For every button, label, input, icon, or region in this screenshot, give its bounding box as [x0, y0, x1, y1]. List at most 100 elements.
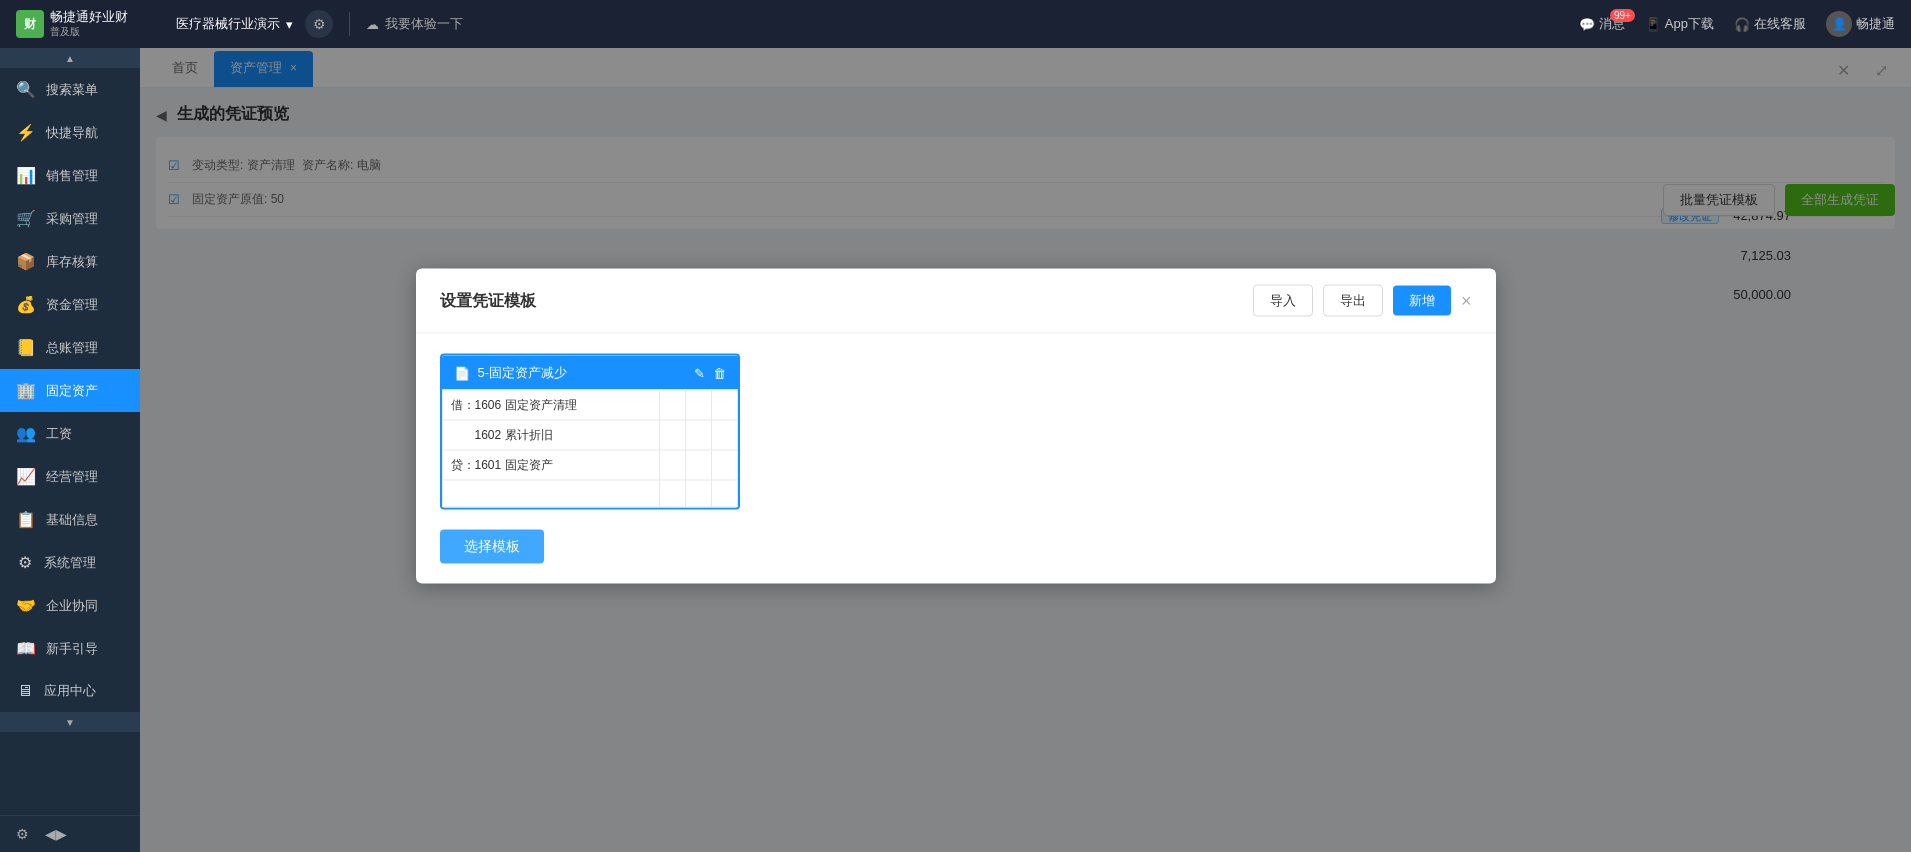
credit-label: 贷：1601 固定资产	[442, 450, 659, 480]
sidebar-item-finance[interactable]: 💰 资金管理	[0, 283, 140, 326]
logo-name: 畅捷通好业财	[50, 9, 128, 25]
sidebar-item-label: 库存核算	[46, 253, 98, 271]
online-service-label: 在线客服	[1754, 15, 1806, 33]
inventory-icon: 📦	[16, 252, 36, 271]
logo: 财 畅捷通好业财 普及版	[16, 9, 156, 39]
message-icon: 💬	[1579, 17, 1595, 32]
sidebar-item-system[interactable]: ⚙ 系统管理	[0, 541, 140, 584]
accum-depr-label: 1602 累计折旧	[442, 420, 659, 450]
header: 财 畅捷通好业财 普及版 医疗器械行业演示 ▾ ⚙ ☁ 我要体验一下 💬 消息 …	[0, 0, 1911, 48]
template-table-row: 1602 累计折旧	[442, 420, 737, 450]
sidebar-item-inventory[interactable]: 📦 库存核算	[0, 240, 140, 283]
sidebar-item-label: 快捷导航	[46, 124, 98, 142]
lightning-icon: ⚡	[16, 123, 36, 142]
template-table-row: 贷：1601 固定资产	[442, 450, 737, 480]
modal-body: 📄 5-固定资产减少 ✎ 🗑 借：1606 固定资产清理	[416, 334, 1496, 584]
sidebar-scroll-down[interactable]: ▼	[0, 712, 140, 732]
sidebar-item-label: 采购管理	[46, 210, 98, 228]
sidebar-item-label: 基础信息	[46, 511, 98, 529]
sidebar-item-label: 系统管理	[44, 554, 96, 572]
debit-label: 借：1606 固定资产清理	[442, 390, 659, 420]
user-profile[interactable]: 👤 畅捷通	[1826, 11, 1895, 37]
template-table-row	[442, 480, 737, 507]
messages-button[interactable]: 💬 消息 99+	[1579, 15, 1625, 33]
template-title-area: 📄 5-固定资产减少	[454, 364, 568, 382]
user-name: 畅捷通	[1856, 15, 1895, 33]
sidebar-item-collab[interactable]: 🤝 企业协同	[0, 584, 140, 627]
settings-bottom-icon[interactable]: ⚙	[16, 826, 29, 842]
sidebar: ▲ 🔍 搜索菜单 ⚡ 快捷导航 📊 销售管理 🛒 采购管理 📦 库存核算 💰 资…	[0, 48, 140, 852]
search-icon: 🔍	[16, 80, 36, 99]
company-selector[interactable]: 医疗器械行业演示 ▾	[176, 15, 293, 33]
template-table: 借：1606 固定资产清理 1602 累计折旧 贷：1601	[442, 390, 738, 508]
purchase-icon: 🛒	[16, 209, 36, 228]
sidebar-item-basics[interactable]: 📋 基础信息	[0, 498, 140, 541]
messages-badge: 99+	[1610, 9, 1635, 22]
sidebar-item-payroll[interactable]: 👥 工资	[0, 412, 140, 455]
sidebar-item-operations[interactable]: 📈 经营管理	[0, 455, 140, 498]
sidebar-scroll-up[interactable]: ▲	[0, 48, 140, 68]
sidebar-item-label: 工资	[46, 425, 72, 443]
select-template-btn[interactable]: 选择模板	[440, 530, 544, 564]
service-icon: 🎧	[1734, 17, 1750, 32]
modal-title: 设置凭证模板	[440, 290, 536, 311]
sidebar-item-label: 销售管理	[46, 167, 98, 185]
sidebar-item-purchase[interactable]: 🛒 采购管理	[0, 197, 140, 240]
logo-icon: 财	[16, 10, 44, 38]
sidebar-item-sales[interactable]: 📊 销售管理	[0, 154, 140, 197]
logo-sub: 普及版	[50, 25, 128, 39]
collapse-icon[interactable]: ◀▶	[45, 826, 67, 842]
guide-icon: 📖	[16, 639, 36, 658]
sidebar-item-quicknav[interactable]: ⚡ 快捷导航	[0, 111, 140, 154]
building-icon: 🏢	[16, 381, 36, 400]
modal-header-actions: 导入 导出 新增 ×	[1253, 285, 1472, 317]
sales-icon: 📊	[16, 166, 36, 185]
apps-icon: 🖥	[16, 682, 34, 700]
finance-icon: 💰	[16, 295, 36, 314]
avatar: 👤	[1826, 11, 1852, 37]
template-delete-icon[interactable]: 🗑	[713, 365, 726, 380]
settings-button[interactable]: ⚙	[305, 10, 333, 38]
basics-icon: 📋	[16, 510, 36, 529]
sidebar-item-label: 经营管理	[46, 468, 98, 486]
modal-close-btn[interactable]: ×	[1461, 290, 1472, 311]
sidebar-item-label: 应用中心	[44, 682, 96, 700]
template-actions: ✎ 🗑	[694, 365, 726, 380]
template-table-row: 借：1606 固定资产清理	[442, 390, 737, 420]
template-doc-icon: 📄	[454, 365, 470, 380]
sidebar-item-label: 总账管理	[46, 339, 98, 357]
template-card-header: 📄 5-固定资产减少 ✎ 🗑	[442, 356, 738, 390]
sidebar-item-label: 新手引导	[46, 640, 98, 658]
app-download-button[interactable]: 📱 App下载	[1645, 15, 1714, 33]
select-template-btn-wrap: 选择模板	[440, 530, 1472, 564]
template-edit-icon[interactable]: ✎	[694, 365, 705, 380]
payroll-icon: 👥	[16, 424, 36, 443]
sidebar-item-ledger[interactable]: 📒 总账管理	[0, 326, 140, 369]
download-icon: 📱	[1645, 17, 1661, 32]
modal-set-template: 设置凭证模板 导入 导出 新增 × 📄 5-固定资产减少 ✎ 🗑	[416, 269, 1496, 584]
online-service-button[interactable]: 🎧 在线客服	[1734, 15, 1806, 33]
system-icon: ⚙	[16, 553, 34, 572]
app-download-label: App下载	[1665, 15, 1714, 33]
sidebar-bottom: ⚙ ◀▶	[0, 815, 140, 852]
sidebar-item-label: 固定资产	[46, 382, 98, 400]
sidebar-item-fixed-assets[interactable]: 🏢 固定资产	[0, 369, 140, 412]
modal-header: 设置凭证模板 导入 导出 新增 ×	[416, 269, 1496, 334]
sidebar-item-search[interactable]: 🔍 搜索菜单	[0, 68, 140, 111]
import-button[interactable]: 导入	[1253, 285, 1313, 317]
collab-icon: 🤝	[16, 596, 36, 615]
header-center: 医疗器械行业演示 ▾ ⚙ ☁ 我要体验一下	[156, 10, 1579, 38]
experience-button[interactable]: ☁ 我要体验一下	[366, 15, 463, 33]
export-button[interactable]: 导出	[1323, 285, 1383, 317]
sidebar-item-label: 资金管理	[46, 296, 98, 314]
gear-icon: ⚙	[313, 16, 326, 32]
template-name: 5-固定资产减少	[478, 364, 568, 382]
cloud-icon: ☁	[366, 17, 379, 32]
sidebar-item-apps[interactable]: 🖥 应用中心	[0, 670, 140, 712]
template-card-body: 借：1606 固定资产清理 1602 累计折旧 贷：1601	[442, 390, 738, 508]
sidebar-item-label: 搜索菜单	[46, 81, 98, 99]
new-button[interactable]: 新增	[1393, 286, 1451, 316]
sidebar-item-guide[interactable]: 📖 新手引导	[0, 627, 140, 670]
ledger-icon: 📒	[16, 338, 36, 357]
header-right: 💬 消息 99+ 📱 App下载 🎧 在线客服 👤 畅捷通	[1579, 11, 1895, 37]
